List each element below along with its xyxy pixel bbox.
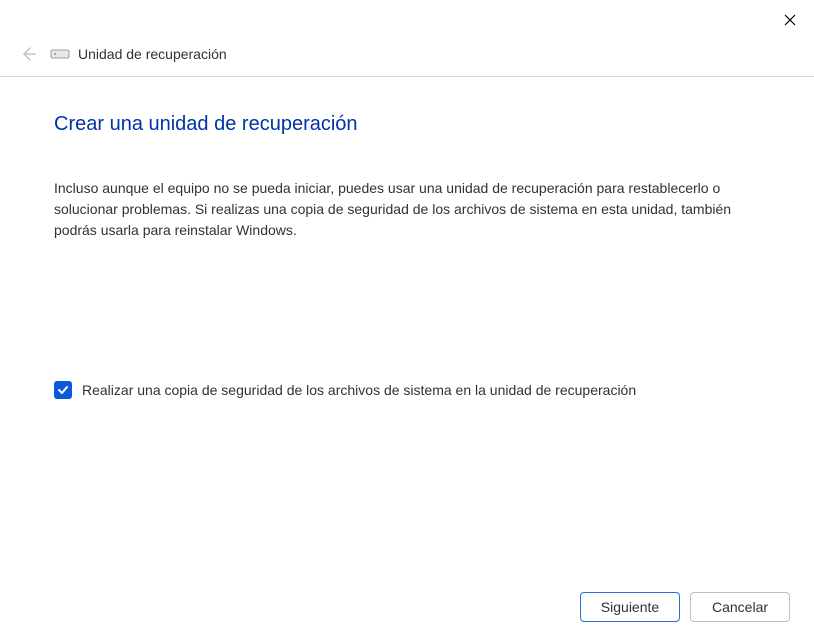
backup-checkbox-row: Realizar una copia de seguridad de los a… [54, 381, 754, 399]
close-button[interactable] [782, 12, 798, 28]
window-title: Unidad de recuperación [78, 46, 227, 62]
next-button[interactable]: Siguiente [580, 592, 680, 622]
drive-icon [50, 47, 70, 61]
page-description: Incluso aunque el equipo no se pueda ini… [54, 178, 754, 241]
backup-checkbox-label: Realizar una copia de seguridad de los a… [82, 382, 636, 398]
back-button[interactable] [16, 42, 40, 66]
backup-checkbox[interactable] [54, 381, 72, 399]
wizard-content: Crear una unidad de recuperación Incluso… [0, 77, 814, 399]
page-heading: Crear una unidad de recuperación [54, 113, 754, 136]
titlebar [0, 0, 814, 32]
wizard-header: Unidad de recuperación [0, 32, 814, 77]
cancel-button[interactable]: Cancelar [690, 592, 790, 622]
wizard-footer: Siguiente Cancelar [580, 592, 790, 622]
